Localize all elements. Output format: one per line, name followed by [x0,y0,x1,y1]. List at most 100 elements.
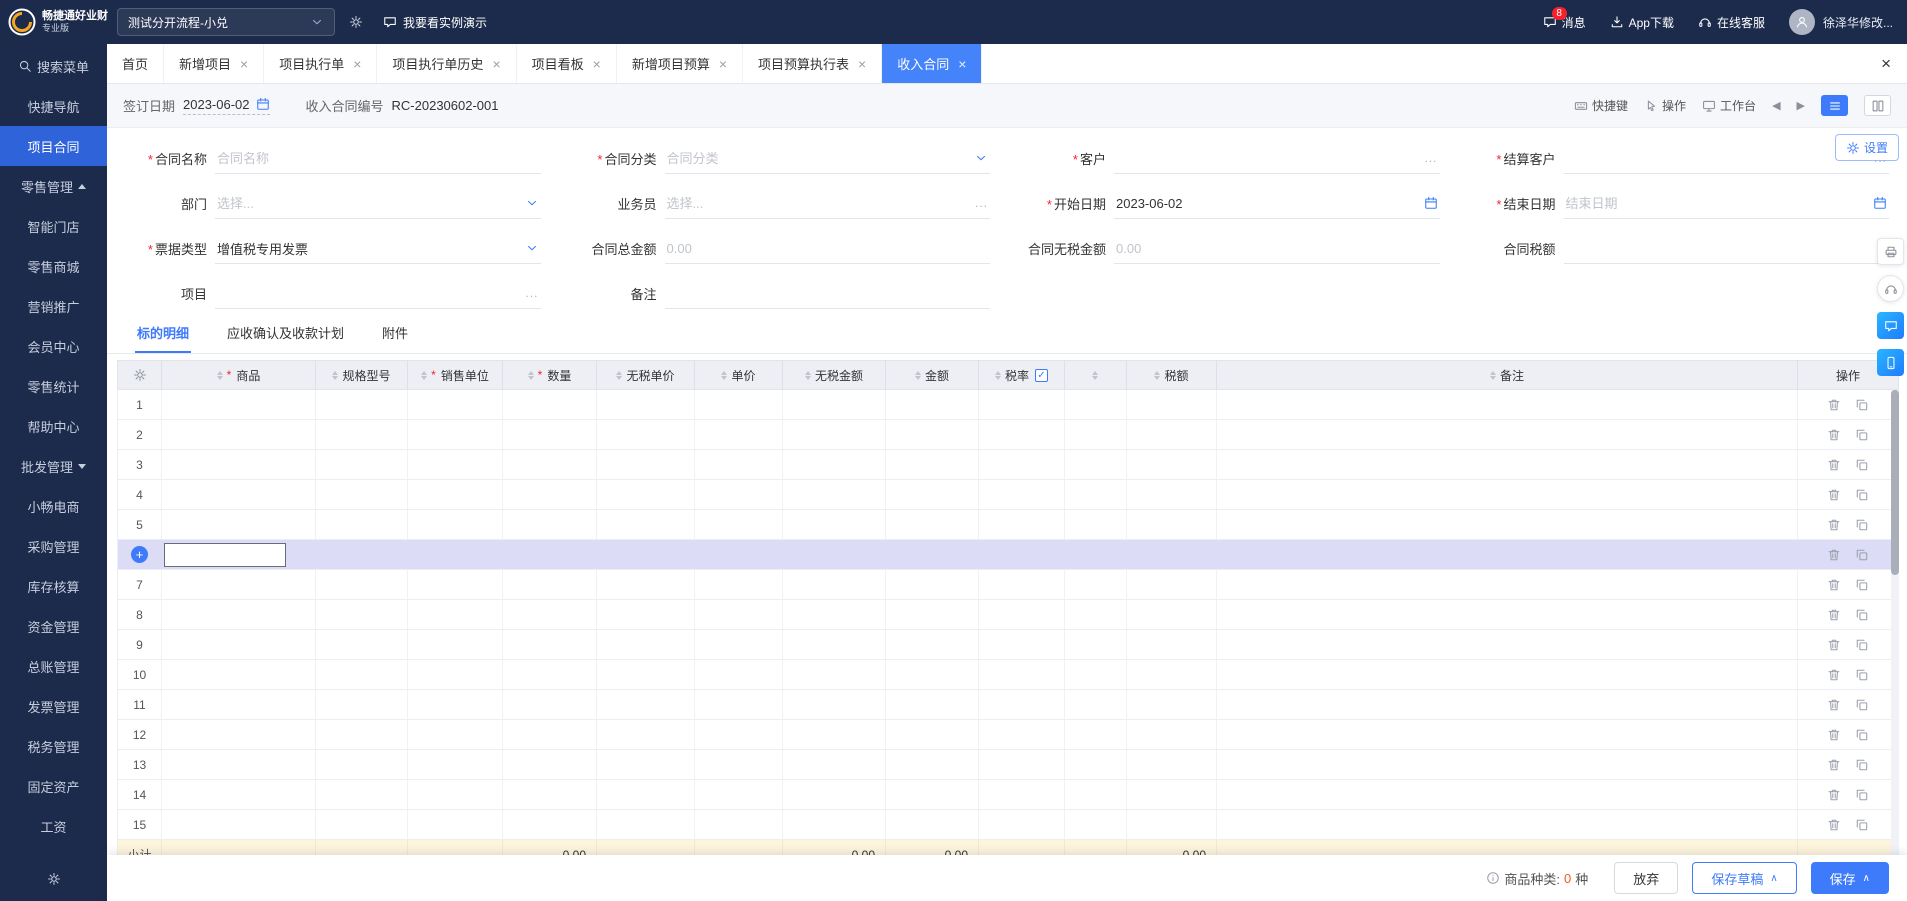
grid-cell[interactable] [695,510,783,539]
save-button[interactable]: 保存 ∧ [1810,862,1889,894]
avatar[interactable] [1788,9,1815,35]
sort-icon[interactable] [994,370,1001,380]
grid-cell[interactable] [886,450,979,479]
messages-button[interactable]: 8 消息 [1543,7,1586,31]
grid-cell[interactable] [1127,480,1217,509]
grid-cell[interactable] [162,600,316,629]
sidebar-item[interactable]: 帮助中心 [0,406,107,446]
grid-cell[interactable] [1127,450,1217,479]
grid-cell[interactable] [1065,480,1127,509]
grid-cell[interactable] [1065,450,1127,479]
grid-cell[interactable] [316,480,408,509]
delete-row-button[interactable] [1827,668,1841,682]
grid-cell[interactable] [886,660,979,689]
online-service-button[interactable]: 在线客服 [1698,14,1765,31]
grid-cell[interactable] [1127,540,1217,569]
sidebar-item[interactable]: 零售统计 [0,366,107,406]
sort-icon[interactable] [216,370,223,380]
grid-cell[interactable] [886,720,979,749]
delete-row-button[interactable] [1827,728,1841,742]
grid-view-toggle[interactable] [1864,95,1891,116]
tab[interactable]: 项目执行单 × [264,44,378,83]
add-row-button[interactable]: + [131,546,148,563]
grid-cell[interactable] [783,420,886,449]
grid-cell[interactable] [886,420,979,449]
grid-cell[interactable] [1065,750,1127,779]
grid-cell[interactable] [316,720,408,749]
copy-row-button[interactable] [1855,518,1869,532]
sidebar-item[interactable]: 税务管理 [0,726,107,766]
grid-cell[interactable] [408,720,503,749]
sign-date-value[interactable]: 2023-06-02 [183,97,270,115]
grid-cell[interactable] [1065,510,1127,539]
calendar-icon[interactable] [256,97,270,111]
shortcut-keys-button[interactable]: 快捷键 [1574,97,1628,114]
close-tab-icon[interactable]: × [858,57,866,71]
grid-cell[interactable] [1065,780,1127,809]
sidebar-item[interactable]: 总账管理 [0,646,107,686]
sort-icon[interactable] [1489,370,1496,380]
column-header-amount[interactable]: 金额 [886,361,979,389]
grid-cell[interactable] [979,420,1065,449]
copy-row-button[interactable] [1855,428,1869,442]
grid-cell[interactable] [886,750,979,779]
grid-cell[interactable] [316,630,408,659]
grid-cell[interactable] [979,630,1065,659]
chat-float-button[interactable] [1877,312,1904,339]
grid-cell[interactable] [1217,810,1798,839]
grid-cell[interactable] [1217,630,1798,659]
delete-row-button[interactable] [1827,818,1841,832]
close-tab-icon[interactable]: × [240,57,248,71]
grid-cell[interactable] [408,480,503,509]
grid-cell[interactable] [162,540,316,569]
tax-rate-checkbox[interactable]: ✓ [1035,368,1048,382]
grid-cell[interactable] [408,540,503,569]
delete-row-button[interactable] [1827,638,1841,652]
grid-cell[interactable] [979,450,1065,479]
copy-row-button[interactable] [1855,548,1869,562]
grid-cell[interactable] [1065,660,1127,689]
grid-cell[interactable] [886,600,979,629]
prev-record-button[interactable]: ◀ [1772,99,1780,112]
workbench-button[interactable]: 工作台 [1702,97,1756,114]
delete-row-button[interactable] [1827,458,1841,472]
grid-cell[interactable] [979,390,1065,419]
field-input[interactable] [1114,150,1425,166]
delete-row-button[interactable] [1827,608,1841,622]
grid-cell[interactable] [1217,750,1798,779]
grid-cell[interactable] [1127,630,1217,659]
chevron-down-icon[interactable] [974,151,990,165]
field-input[interactable] [1114,195,1424,211]
tab[interactable]: 首页 [107,44,165,83]
grid-cell[interactable] [162,690,316,719]
grid-cell[interactable] [162,720,316,749]
grid-cell[interactable] [979,540,1065,569]
grid-cell[interactable] [886,390,979,419]
tab[interactable]: 项目预算执行表 × [743,44,883,83]
field-input[interactable] [664,240,990,256]
grid-cell[interactable] [1065,720,1127,749]
sidebar-item[interactable]: 发票管理 [0,686,107,726]
field-input[interactable] [1563,150,1874,166]
grid-cell[interactable] [316,600,408,629]
grid-cell[interactable] [597,420,695,449]
grid-cell[interactable] [1217,450,1798,479]
field-input[interactable] [215,285,526,301]
copy-row-button[interactable] [1855,698,1869,712]
column-header-amount_notax[interactable]: 无税金额 [783,361,886,389]
grid-cell[interactable] [316,450,408,479]
grid-cell[interactable] [695,810,783,839]
grid-cell[interactable] [503,420,597,449]
copy-row-button[interactable] [1855,398,1869,412]
grid-cell[interactable] [316,390,408,419]
sidebar-item[interactable]: 资金管理 [0,606,107,646]
grid-cell[interactable] [1217,570,1798,599]
grid-cell[interactable] [162,780,316,809]
grid-cell[interactable] [503,810,597,839]
grid-cell[interactable] [979,660,1065,689]
grid-cell[interactable] [408,750,503,779]
sidebar-item[interactable]: 库存核算 [0,566,107,606]
grid-cell[interactable] [408,690,503,719]
grid-cell[interactable] [695,690,783,719]
grid-cell[interactable] [316,690,408,719]
